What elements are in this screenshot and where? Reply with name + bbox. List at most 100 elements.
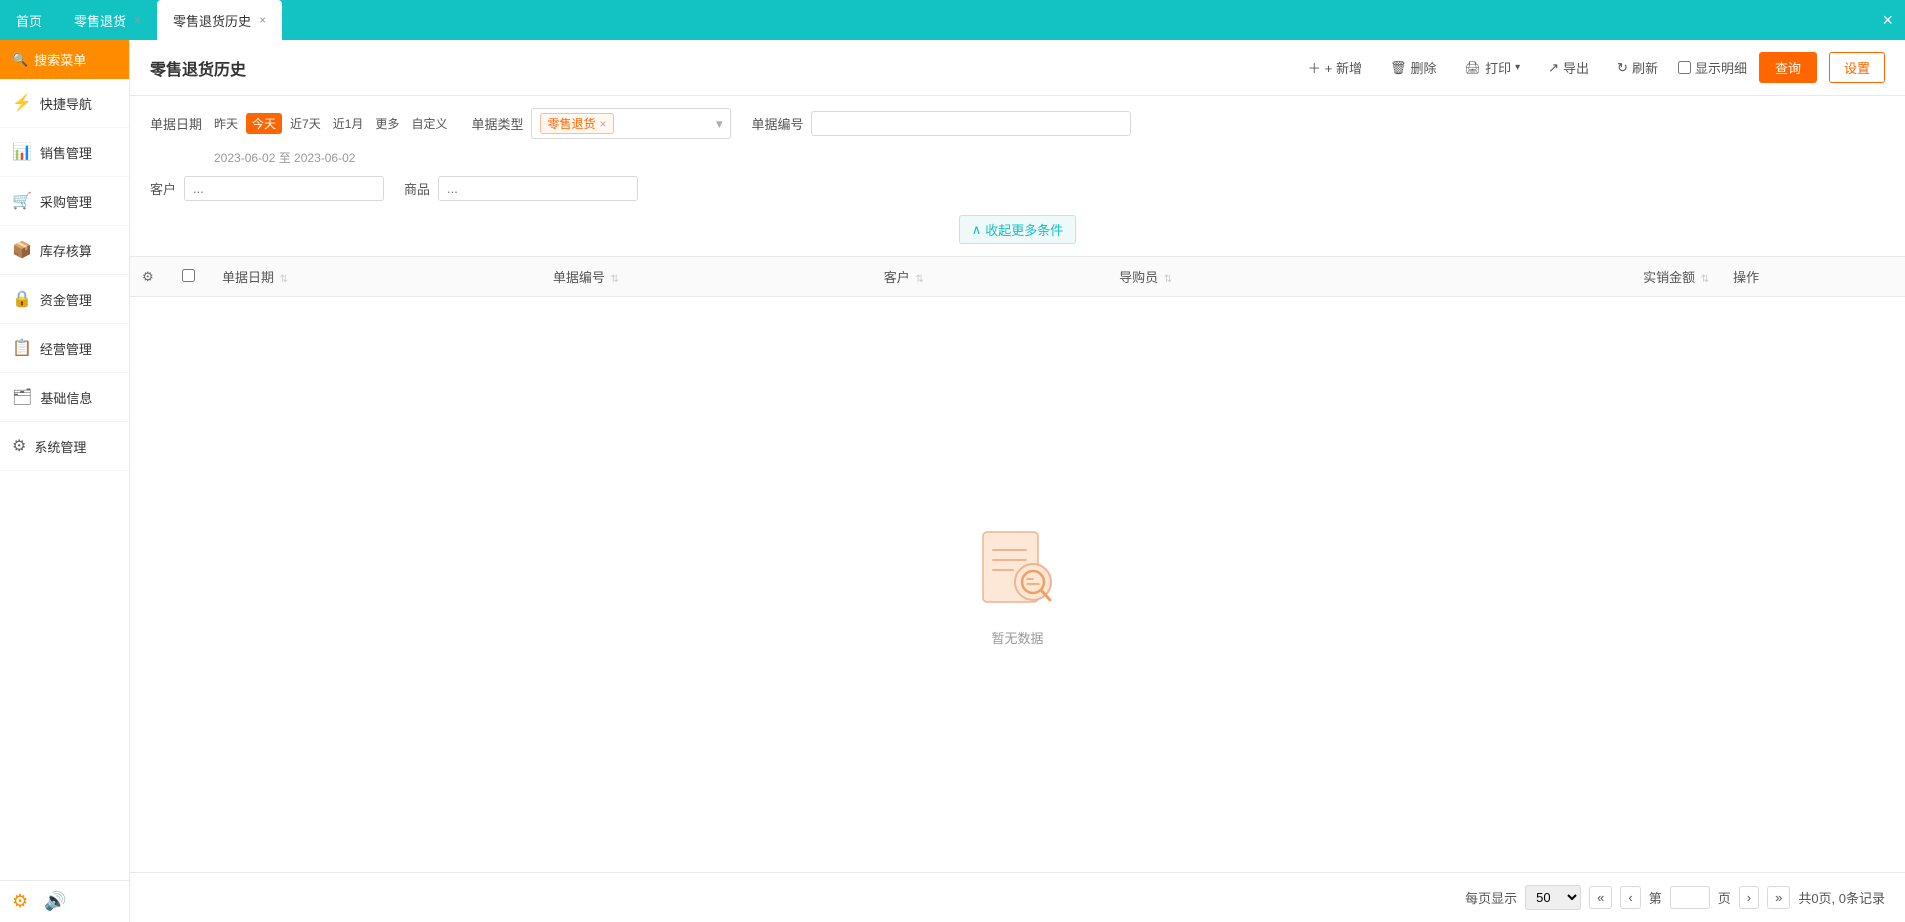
col-settings-icon[interactable]: ⚙ bbox=[142, 269, 154, 284]
purchase-icon: 🛒 bbox=[12, 191, 32, 211]
doc-type-chevron-icon: ▾ bbox=[716, 116, 723, 132]
quick-nav-icon: ⚡ bbox=[12, 93, 32, 113]
tab-retail-return-history-close[interactable]: × bbox=[259, 13, 266, 27]
date-buttons: 昨天 今天 近7天 近1月 更多 自定义 bbox=[210, 113, 451, 134]
sidebar-item-label: 销售管理 bbox=[40, 143, 92, 162]
collapse-row: ∧ 收起更多条件 bbox=[150, 211, 1885, 244]
doc-no-input[interactable] bbox=[811, 111, 1131, 136]
sidebar-item-quick-nav[interactable]: ⚡ 快捷导航 bbox=[0, 79, 129, 128]
select-all-checkbox[interactable] bbox=[182, 269, 195, 282]
tab-retail-return[interactable]: 零售退货 × bbox=[58, 0, 157, 40]
date-btn-more[interactable]: 更多 bbox=[371, 113, 403, 134]
table-wrap: ⚙ 单据日期 ⇅ 单据编号 ⇅ bbox=[130, 257, 1905, 872]
query-button[interactable]: 查询 bbox=[1759, 52, 1817, 83]
empty-illustration bbox=[968, 522, 1068, 612]
doc-no-filter-group: 单据编号 bbox=[751, 111, 1131, 136]
print-chevron-icon: ▾ bbox=[1515, 62, 1520, 73]
sidebar-item-label: 系统管理 bbox=[34, 437, 86, 456]
header-actions: ＋ + 新增 🗑 删除 🖨 打印 ▾ ↗ 导出 ↻ bbox=[1300, 52, 1885, 83]
sidebar-item-label: 库存核算 bbox=[40, 241, 92, 260]
show-detail-wrap: 显示明细 bbox=[1678, 58, 1747, 77]
total-text: 共0页, 0条记录 bbox=[1798, 888, 1885, 907]
guide-sort-icon: ⇅ bbox=[1164, 274, 1172, 285]
delete-icon: 🗑 bbox=[1390, 60, 1407, 76]
prev-page-button[interactable]: ‹ bbox=[1620, 886, 1640, 909]
show-detail-checkbox[interactable] bbox=[1678, 61, 1691, 74]
page-title: 零售退货历史 bbox=[150, 56, 246, 80]
print-button[interactable]: 🖨 打印 ▾ bbox=[1457, 54, 1529, 81]
tab-home[interactable]: 首页 bbox=[0, 0, 58, 40]
col-date: 单据日期 ⇅ bbox=[210, 257, 541, 297]
filter-row-1: 单据日期 昨天 今天 近7天 近1月 更多 自定义 单据类型 bbox=[150, 108, 1885, 139]
doc-type-tag-close[interactable]: × bbox=[599, 117, 606, 131]
filter-row-2: 客户 商品 bbox=[150, 176, 1885, 201]
date-btn-today[interactable]: 今天 bbox=[246, 113, 282, 134]
sidebar: 🔍 搜索菜单 ⚡ 快捷导航 📊 销售管理 🛒 采购管理 📦 库存核算 🔒 资金管… bbox=[0, 40, 130, 922]
collapse-icon: ∧ bbox=[972, 222, 982, 238]
tab-retail-return-close[interactable]: × bbox=[134, 13, 141, 27]
export-icon: ↗ bbox=[1548, 60, 1559, 76]
refresh-button[interactable]: ↻ 刷新 bbox=[1609, 54, 1666, 81]
inventory-icon: 📦 bbox=[12, 240, 32, 260]
amount-sort-icon: ⇅ bbox=[1701, 274, 1709, 285]
new-button[interactable]: ＋ + 新增 bbox=[1300, 54, 1370, 81]
sidebar-item-label: 资金管理 bbox=[40, 290, 92, 309]
doc-type-select[interactable]: 零售退货 × ▾ bbox=[531, 108, 731, 139]
goods-filter-group: 商品 bbox=[404, 176, 638, 201]
sidebar-item-finance[interactable]: 🔒 资金管理 bbox=[0, 275, 129, 324]
sidebar-item-purchase-mgmt[interactable]: 🛒 采购管理 bbox=[0, 177, 129, 226]
sidebar-bottom: ⚙ 🔊 bbox=[0, 880, 129, 922]
top-bar: 首页 零售退货 × 零售退货历史 × × bbox=[0, 0, 1905, 40]
settings-gear-icon[interactable]: ⚙ bbox=[12, 891, 28, 912]
window-close-button[interactable]: × bbox=[1882, 10, 1893, 31]
date-btn-yesterday[interactable]: 昨天 bbox=[210, 113, 242, 134]
pagination: 每页显示 50 20 100 « ‹ 第 1 页 › » 共0页, 0条记录 bbox=[130, 872, 1905, 922]
goods-label: 商品 bbox=[404, 179, 430, 198]
print-icon: 🖨 bbox=[1465, 60, 1482, 76]
sidebar-item-operations[interactable]: 📋 经营管理 bbox=[0, 324, 129, 373]
col-customer: 客户 ⇅ bbox=[872, 257, 1107, 297]
last-page-button[interactable]: » bbox=[1767, 886, 1790, 909]
volume-icon[interactable]: 🔊 bbox=[44, 891, 66, 912]
goods-input[interactable] bbox=[438, 176, 638, 201]
collapse-button[interactable]: ∧ 收起更多条件 bbox=[959, 215, 1077, 244]
show-detail-label: 显示明细 bbox=[1695, 58, 1747, 77]
date-btn-1month[interactable]: 近1月 bbox=[329, 113, 368, 134]
sidebar-item-label: 采购管理 bbox=[40, 192, 92, 211]
page-input[interactable]: 1 bbox=[1670, 886, 1710, 909]
date-btn-7days[interactable]: 近7天 bbox=[286, 113, 325, 134]
setting-button[interactable]: 设置 bbox=[1829, 52, 1885, 83]
date-filter-group: 单据日期 昨天 今天 近7天 近1月 更多 自定义 bbox=[150, 113, 451, 134]
search-icon: 🔍 bbox=[12, 52, 28, 68]
sidebar-item-basic-info[interactable]: 🗂 基础信息 bbox=[0, 373, 129, 422]
basic-info-icon: 🗂 bbox=[12, 387, 32, 407]
page-header: 零售退货历史 ＋ + 新增 🗑 删除 🖨 打印 ▾ ↗ 导出 bbox=[130, 40, 1905, 96]
first-page-button[interactable]: « bbox=[1589, 886, 1612, 909]
customer-input[interactable] bbox=[184, 176, 384, 201]
page-label-suffix: 页 bbox=[1718, 888, 1731, 907]
sidebar-search[interactable]: 🔍 搜索菜单 bbox=[0, 40, 129, 79]
delete-button[interactable]: 🗑 删除 bbox=[1382, 54, 1445, 81]
page-size-label: 每页显示 bbox=[1465, 888, 1517, 907]
date-range-display: 2023-06-02 至 2023-06-02 bbox=[214, 149, 1885, 166]
plus-icon: ＋ bbox=[1308, 58, 1321, 77]
col-amount: 实销金额 ⇅ bbox=[1390, 257, 1721, 297]
doc-type-label: 单据类型 bbox=[471, 114, 523, 133]
sidebar-item-label: 快捷导航 bbox=[40, 94, 92, 113]
export-button[interactable]: ↗ 导出 bbox=[1540, 54, 1597, 81]
page-size-select[interactable]: 50 20 100 bbox=[1525, 885, 1581, 910]
no-sort-icon: ⇅ bbox=[611, 274, 619, 285]
tab-retail-return-history[interactable]: 零售退货历史 × bbox=[157, 0, 282, 40]
doc-no-label: 单据编号 bbox=[751, 114, 803, 133]
customer-filter-group: 客户 bbox=[150, 176, 384, 201]
col-action: 操作 bbox=[1721, 257, 1905, 297]
col-checkbox bbox=[170, 257, 210, 297]
col-no: 单据编号 ⇅ bbox=[541, 257, 872, 297]
sidebar-item-sys-mgmt[interactable]: ⚙ 系统管理 bbox=[0, 422, 129, 471]
customer-label: 客户 bbox=[150, 179, 176, 198]
next-page-button[interactable]: › bbox=[1739, 886, 1759, 909]
date-btn-custom[interactable]: 自定义 bbox=[407, 113, 451, 134]
sidebar-item-sales-mgmt[interactable]: 📊 销售管理 bbox=[0, 128, 129, 177]
empty-state: 暂无数据 bbox=[130, 297, 1905, 872]
sidebar-item-inventory[interactable]: 📦 库存核算 bbox=[0, 226, 129, 275]
